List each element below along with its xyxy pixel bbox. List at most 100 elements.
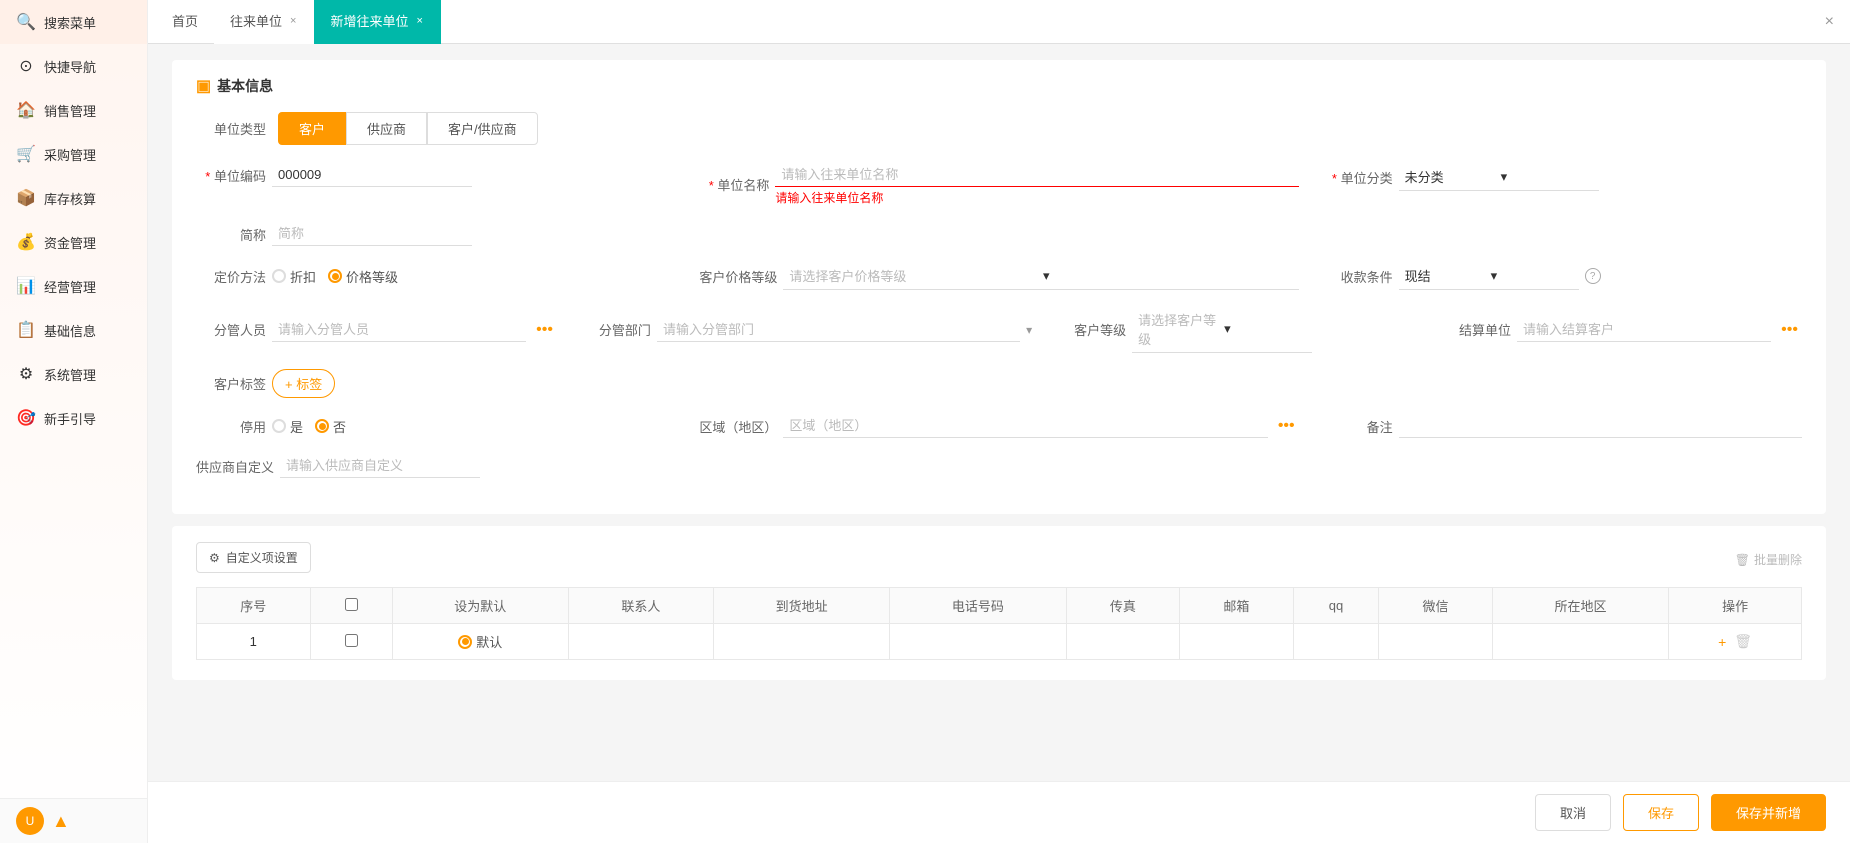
customer-price-level-chevron: ▾ [1043, 268, 1293, 284]
supplier-custom-field: 供应商自定义 [196, 454, 683, 478]
row-shortname: 简称 [196, 222, 1802, 246]
customer-level-select[interactable]: 请选择客户等级 ▾ [1132, 306, 1312, 353]
unit-name-label: * 单位名称 [699, 175, 769, 194]
radio-yes-circle [272, 419, 286, 433]
sidebar-item-system[interactable]: ⚙ 系统管理 [0, 352, 147, 396]
customer-price-level-select[interactable]: 请选择客户价格等级 ▾ [783, 262, 1298, 290]
payment-terms-value: 现结 [1405, 266, 1487, 285]
row-pricing: 定价方法 折扣 价格等级 客户价格等级 [196, 262, 1802, 290]
payment-terms-help[interactable]: ? [1585, 268, 1601, 284]
user-level-icon: ▲ [52, 811, 70, 832]
sidebar-item-operations[interactable]: 📊 经营管理 [0, 264, 147, 308]
unit-type-customer[interactable]: 客户 [278, 112, 346, 145]
supplier-custom-input[interactable] [280, 454, 480, 478]
purchase-icon: 🛒 [16, 144, 36, 164]
region-label: 区域（地区） [699, 417, 777, 436]
window-close-icon[interactable]: × [1817, 13, 1842, 31]
user-avatar: U [16, 807, 44, 835]
disabled-no[interactable]: 否 [315, 417, 346, 436]
unit-type-supplier[interactable]: 供应商 [346, 112, 427, 145]
remark-field: 备注 [1323, 414, 1802, 438]
col-region: 所在地区 [1492, 588, 1668, 624]
col-fax: 传真 [1066, 588, 1180, 624]
tab-partners[interactable]: 往来单位 × [214, 0, 314, 44]
guide-icon: 🎯 [16, 408, 36, 428]
sidebar-item-basic[interactable]: 📋 基础信息 [0, 308, 147, 352]
settlement-unit-more-btn[interactable]: ••• [1777, 321, 1802, 339]
pricing-discount[interactable]: 折扣 [272, 267, 316, 286]
sidebar-item-system-label: 系统管理 [44, 365, 96, 384]
operations-icon: 📊 [16, 276, 36, 296]
row-default-radio-circle [458, 635, 472, 649]
remark-input[interactable] [1399, 414, 1802, 438]
unit-name-field: * 单位名称 请输入往来单位名称 [699, 163, 1298, 206]
pricing-price-level[interactable]: 价格等级 [328, 267, 398, 286]
unit-name-input[interactable] [775, 163, 1298, 187]
row-fax [1066, 624, 1180, 660]
sidebar-item-purchase-label: 采购管理 [44, 145, 96, 164]
unit-type-both[interactable]: 客户/供应商 [427, 112, 538, 145]
sidebar-item-search[interactable]: 🔍 搜索菜单 [0, 0, 147, 44]
unit-category-chevron: ▾ [1501, 169, 1593, 185]
required-star-name: * [709, 178, 714, 193]
row-default-radio[interactable]: 默认 [403, 632, 558, 651]
save-new-button[interactable]: 保存并新增 [1711, 794, 1826, 831]
settlement-unit-label: 结算单位 [1441, 320, 1511, 339]
tab-bar: 首页 往来单位 × 新增往来单位 × × [148, 0, 1850, 44]
sidebar-item-finance-label: 资金管理 [44, 233, 96, 252]
main-area: 首页 往来单位 × 新增往来单位 × × ▣ 基本信息 单位类型 客户 [148, 0, 1850, 843]
row-checkbox [310, 624, 392, 660]
pricing-method-field: 定价方法 折扣 价格等级 [196, 267, 675, 286]
tab-home[interactable]: 首页 [156, 0, 214, 44]
sidebar-item-finance[interactable]: 💰 资金管理 [0, 220, 147, 264]
sidebar-item-purchase[interactable]: 🛒 采购管理 [0, 132, 147, 176]
row-qq [1293, 624, 1379, 660]
tab-partners-close[interactable]: × [288, 13, 298, 29]
finance-icon: 💰 [16, 232, 36, 252]
custom-settings-button[interactable]: ⚙ 自定义项设置 [196, 542, 311, 573]
sidebar-item-guide[interactable]: 🎯 新手引导 [0, 396, 147, 440]
short-name-input[interactable] [272, 222, 472, 246]
section-title: ▣ 基本信息 [196, 76, 1802, 96]
unit-code-input[interactable] [272, 163, 472, 187]
unit-category-label: * 单位分类 [1323, 168, 1393, 187]
search-icon: 🔍 [16, 12, 36, 32]
manager-field: 分管人员 ••• [196, 318, 557, 342]
section-title-text: 基本信息 [217, 76, 273, 96]
disabled-label: 停用 [196, 417, 266, 436]
col-address: 到货地址 [713, 588, 889, 624]
manager-label: 分管人员 [196, 320, 266, 339]
department-input[interactable] [657, 318, 1020, 342]
tab-new-partner-close[interactable]: × [414, 13, 424, 29]
sales-icon: 🏠 [16, 100, 36, 120]
tab-new-partner[interactable]: 新增往来单位 × [314, 0, 440, 44]
row-default: 默认 [392, 624, 568, 660]
gear-icon: ⚙ [209, 551, 220, 565]
delete-row-icon[interactable]: 🗑 [1734, 633, 1752, 650]
add-tag-label: + 标签 [285, 374, 322, 393]
row-select-checkbox[interactable] [345, 634, 358, 647]
sidebar-item-inventory[interactable]: 📦 库存核算 [0, 176, 147, 220]
region-more-btn[interactable]: ••• [1274, 417, 1299, 435]
add-row-icon[interactable]: + [1718, 634, 1726, 650]
payment-terms-select[interactable]: 现结 ▾ [1399, 262, 1579, 290]
manager-more-btn[interactable]: ••• [532, 321, 557, 339]
unit-category-select[interactable]: 未分类 ▾ [1399, 163, 1599, 191]
region-field: 区域（地区） ••• [699, 414, 1298, 438]
settlement-unit-input[interactable] [1517, 318, 1771, 342]
required-star-cat: * [1332, 171, 1337, 186]
save-button[interactable]: 保存 [1623, 794, 1699, 831]
col-contact: 联系人 [568, 588, 713, 624]
region-input[interactable] [783, 414, 1267, 438]
disabled-yes[interactable]: 是 [272, 417, 303, 436]
cancel-button[interactable]: 取消 [1535, 794, 1611, 831]
basic-info-card: ▣ 基本信息 单位类型 客户 供应商 客户/供应商 * [172, 60, 1826, 514]
sidebar-item-quicknav-label: 快捷导航 [44, 57, 96, 76]
sidebar-item-inventory-label: 库存核算 [44, 189, 96, 208]
sidebar-item-sales[interactable]: 🏠 销售管理 [0, 88, 147, 132]
select-all-checkbox[interactable] [345, 598, 358, 611]
add-tag-button[interactable]: + 标签 [272, 369, 335, 398]
customer-level-label: 客户等级 [1056, 320, 1126, 339]
manager-input[interactable] [272, 318, 526, 342]
sidebar-item-quicknav[interactable]: ⊙ 快捷导航 [0, 44, 147, 88]
